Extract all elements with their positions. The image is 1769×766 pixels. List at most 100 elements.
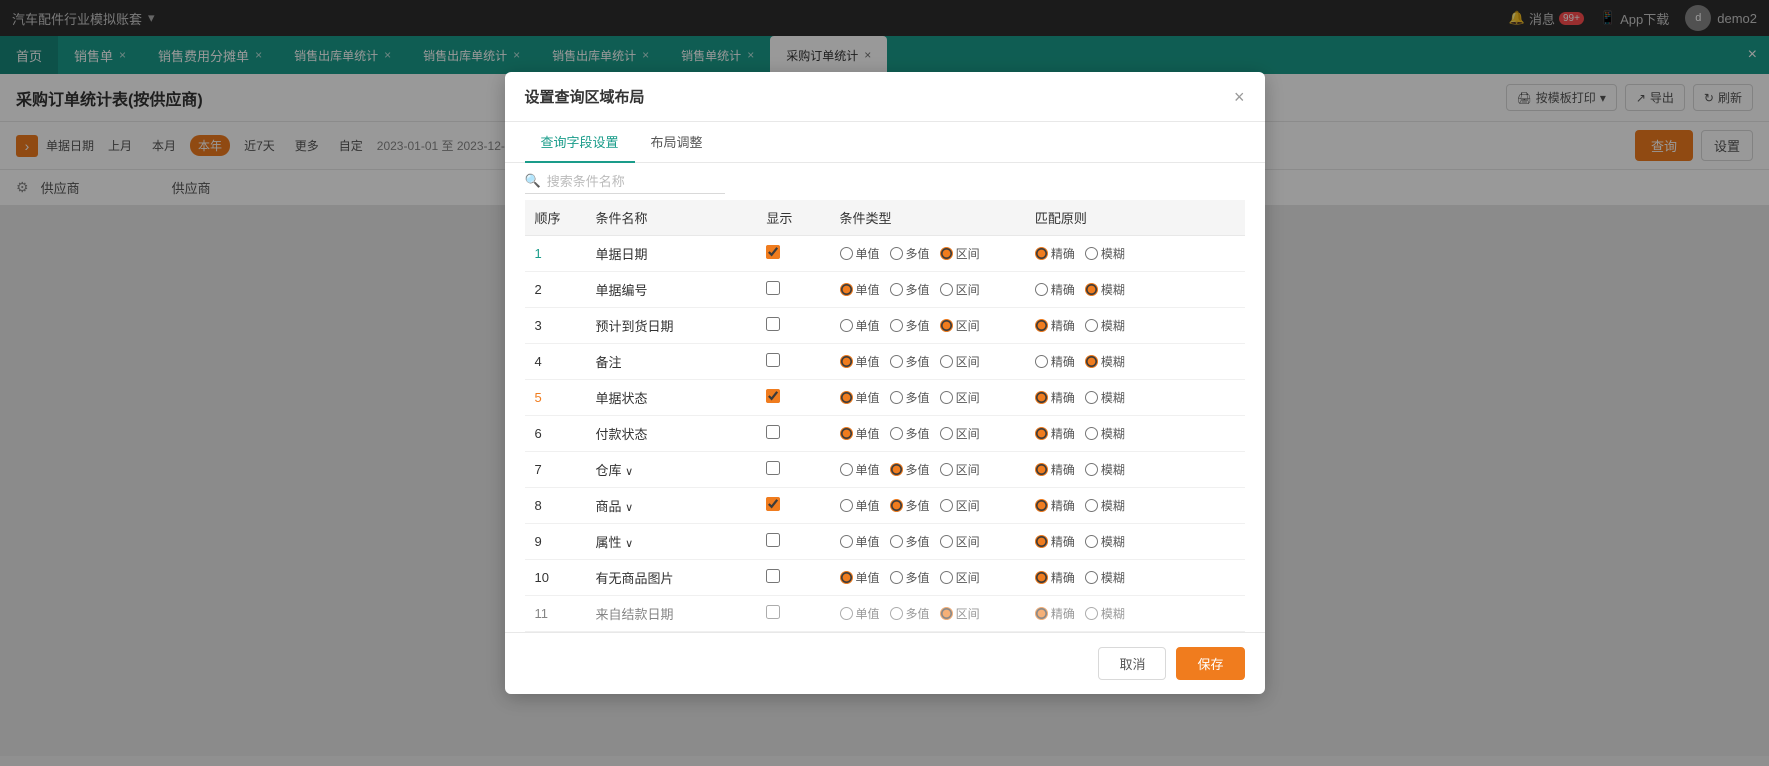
match-fuzzy-2[interactable]: 模糊 — [1085, 281, 1125, 298]
type-range-7[interactable]: 区间 — [940, 461, 980, 478]
match-exact-10[interactable]: 精确 — [1035, 569, 1075, 586]
table-row: 11 来自结款日期 单值 多值 区间 精确 — [525, 596, 1245, 632]
row-show-checkbox-10[interactable] — [766, 569, 780, 583]
row-show-checkbox-4[interactable] — [766, 353, 780, 367]
row-show-checkbox-3[interactable] — [766, 317, 780, 331]
type-range-8[interactable]: 区间 — [940, 497, 980, 514]
row-show-checkbox-6[interactable] — [766, 425, 780, 439]
type-multi-5[interactable]: 多值 — [890, 389, 930, 406]
row-show-checkbox-5[interactable] — [766, 389, 780, 403]
type-single-3[interactable]: 单值 — [840, 317, 880, 334]
match-exact-1[interactable]: 精确 — [1035, 245, 1075, 262]
type-multi-9[interactable]: 多值 — [890, 533, 930, 550]
row-type-5: 单值 多值 区间 — [840, 389, 1015, 406]
type-range-5[interactable]: 区间 — [940, 389, 980, 406]
th-show: 显示 — [756, 200, 829, 236]
modal-tabs: 查询字段设置 布局调整 — [505, 122, 1265, 163]
row-order-1: 1 — [535, 246, 542, 261]
type-multi-11[interactable]: 多值 — [890, 605, 930, 622]
modal-close-button[interactable]: × — [1234, 88, 1245, 106]
row-match-5: 精确 模糊 — [1035, 389, 1235, 406]
type-multi-8[interactable]: 多值 — [890, 497, 930, 514]
row-show-checkbox-8[interactable] — [766, 497, 780, 511]
row-show-checkbox-9[interactable] — [766, 533, 780, 547]
modal-search-area: 🔍 — [505, 163, 1265, 200]
cancel-button[interactable]: 取消 — [1098, 647, 1166, 680]
row-match-7: 精确 模糊 — [1035, 461, 1235, 478]
type-range-6[interactable]: 区间 — [940, 425, 980, 442]
type-multi-4[interactable]: 多值 — [890, 353, 930, 370]
match-fuzzy-4[interactable]: 模糊 — [1085, 353, 1125, 370]
row-type-6: 单值 多值 区间 — [840, 425, 1015, 442]
modal-header: 设置查询区域布局 × — [505, 72, 1265, 122]
condition-search-input[interactable] — [547, 174, 707, 189]
type-single-4[interactable]: 单值 — [840, 353, 880, 370]
type-range-9[interactable]: 区间 — [940, 533, 980, 550]
match-exact-8[interactable]: 精确 — [1035, 497, 1075, 514]
row-type-1: 单值 多值 区间 — [840, 245, 1015, 262]
type-range-1[interactable]: 区间 — [940, 245, 980, 262]
dropdown-icon-9: ∨ — [625, 538, 633, 550]
row-name-1: 单据日期 — [586, 236, 757, 272]
type-multi-3[interactable]: 多值 — [890, 317, 930, 334]
type-range-4[interactable]: 区间 — [940, 353, 980, 370]
match-fuzzy-10[interactable]: 模糊 — [1085, 569, 1125, 586]
type-range-10[interactable]: 区间 — [940, 569, 980, 586]
row-order-4: 4 — [535, 354, 542, 369]
row-order-7: 7 — [535, 462, 542, 477]
match-exact-3[interactable]: 精确 — [1035, 317, 1075, 334]
type-range-11[interactable]: 区间 — [940, 605, 980, 622]
type-single-1[interactable]: 单值 — [840, 245, 880, 262]
row-type-8: 单值 多值 区间 — [840, 497, 1015, 514]
type-single-7[interactable]: 单值 — [840, 461, 880, 478]
match-exact-9[interactable]: 精确 — [1035, 533, 1075, 550]
row-name-8: 商品 ∨ — [586, 488, 757, 524]
match-exact-4[interactable]: 精确 — [1035, 353, 1075, 370]
match-fuzzy-1[interactable]: 模糊 — [1085, 245, 1125, 262]
type-single-11[interactable]: 单值 — [840, 605, 880, 622]
table-header-row: 顺序 条件名称 显示 条件类型 匹配原则 — [525, 200, 1245, 236]
table-row: 8 商品 ∨ 单值 多值 区间 精确 — [525, 488, 1245, 524]
match-exact-5[interactable]: 精确 — [1035, 389, 1075, 406]
row-name-3: 预计到货日期 — [586, 308, 757, 344]
match-fuzzy-6[interactable]: 模糊 — [1085, 425, 1125, 442]
tab-layout-adjust[interactable]: 布局调整 — [635, 122, 719, 163]
match-exact-2[interactable]: 精确 — [1035, 281, 1075, 298]
row-show-checkbox-7[interactable] — [766, 461, 780, 475]
type-multi-10[interactable]: 多值 — [890, 569, 930, 586]
match-fuzzy-5[interactable]: 模糊 — [1085, 389, 1125, 406]
type-multi-2[interactable]: 多值 — [890, 281, 930, 298]
match-fuzzy-11[interactable]: 模糊 — [1085, 605, 1125, 622]
row-order-5: 5 — [535, 390, 542, 405]
row-show-checkbox-2[interactable] — [766, 281, 780, 295]
save-button[interactable]: 保存 — [1176, 647, 1244, 680]
row-show-checkbox-11[interactable] — [766, 605, 780, 619]
type-single-2[interactable]: 单值 — [840, 281, 880, 298]
row-type-9: 单值 多值 区间 — [840, 533, 1015, 550]
type-multi-6[interactable]: 多值 — [890, 425, 930, 442]
match-exact-6[interactable]: 精确 — [1035, 425, 1075, 442]
match-fuzzy-3[interactable]: 模糊 — [1085, 317, 1125, 334]
modal-title: 设置查询区域布局 — [525, 86, 645, 107]
type-multi-1[interactable]: 多值 — [890, 245, 930, 262]
match-exact-11[interactable]: 精确 — [1035, 605, 1075, 622]
type-single-9[interactable]: 单值 — [840, 533, 880, 550]
match-fuzzy-7[interactable]: 模糊 — [1085, 461, 1125, 478]
match-fuzzy-8[interactable]: 模糊 — [1085, 497, 1125, 514]
row-show-checkbox-1[interactable] — [766, 245, 780, 259]
tab-query-fields[interactable]: 查询字段设置 — [525, 122, 635, 163]
match-exact-7[interactable]: 精确 — [1035, 461, 1075, 478]
table-row: 7 仓库 ∨ 单值 多值 区间 精确 — [525, 452, 1245, 488]
type-single-5[interactable]: 单值 — [840, 389, 880, 406]
type-range-3[interactable]: 区间 — [940, 317, 980, 334]
type-single-6[interactable]: 单值 — [840, 425, 880, 442]
th-name: 条件名称 — [586, 200, 757, 236]
match-fuzzy-9[interactable]: 模糊 — [1085, 533, 1125, 550]
type-single-8[interactable]: 单值 — [840, 497, 880, 514]
type-multi-7[interactable]: 多值 — [890, 461, 930, 478]
row-type-7: 单值 多值 区间 — [840, 461, 1015, 478]
row-type-11: 单值 多值 区间 — [840, 605, 1015, 622]
type-range-2[interactable]: 区间 — [940, 281, 980, 298]
row-type-4: 单值 多值 区间 — [840, 353, 1015, 370]
type-single-10[interactable]: 单值 — [840, 569, 880, 586]
